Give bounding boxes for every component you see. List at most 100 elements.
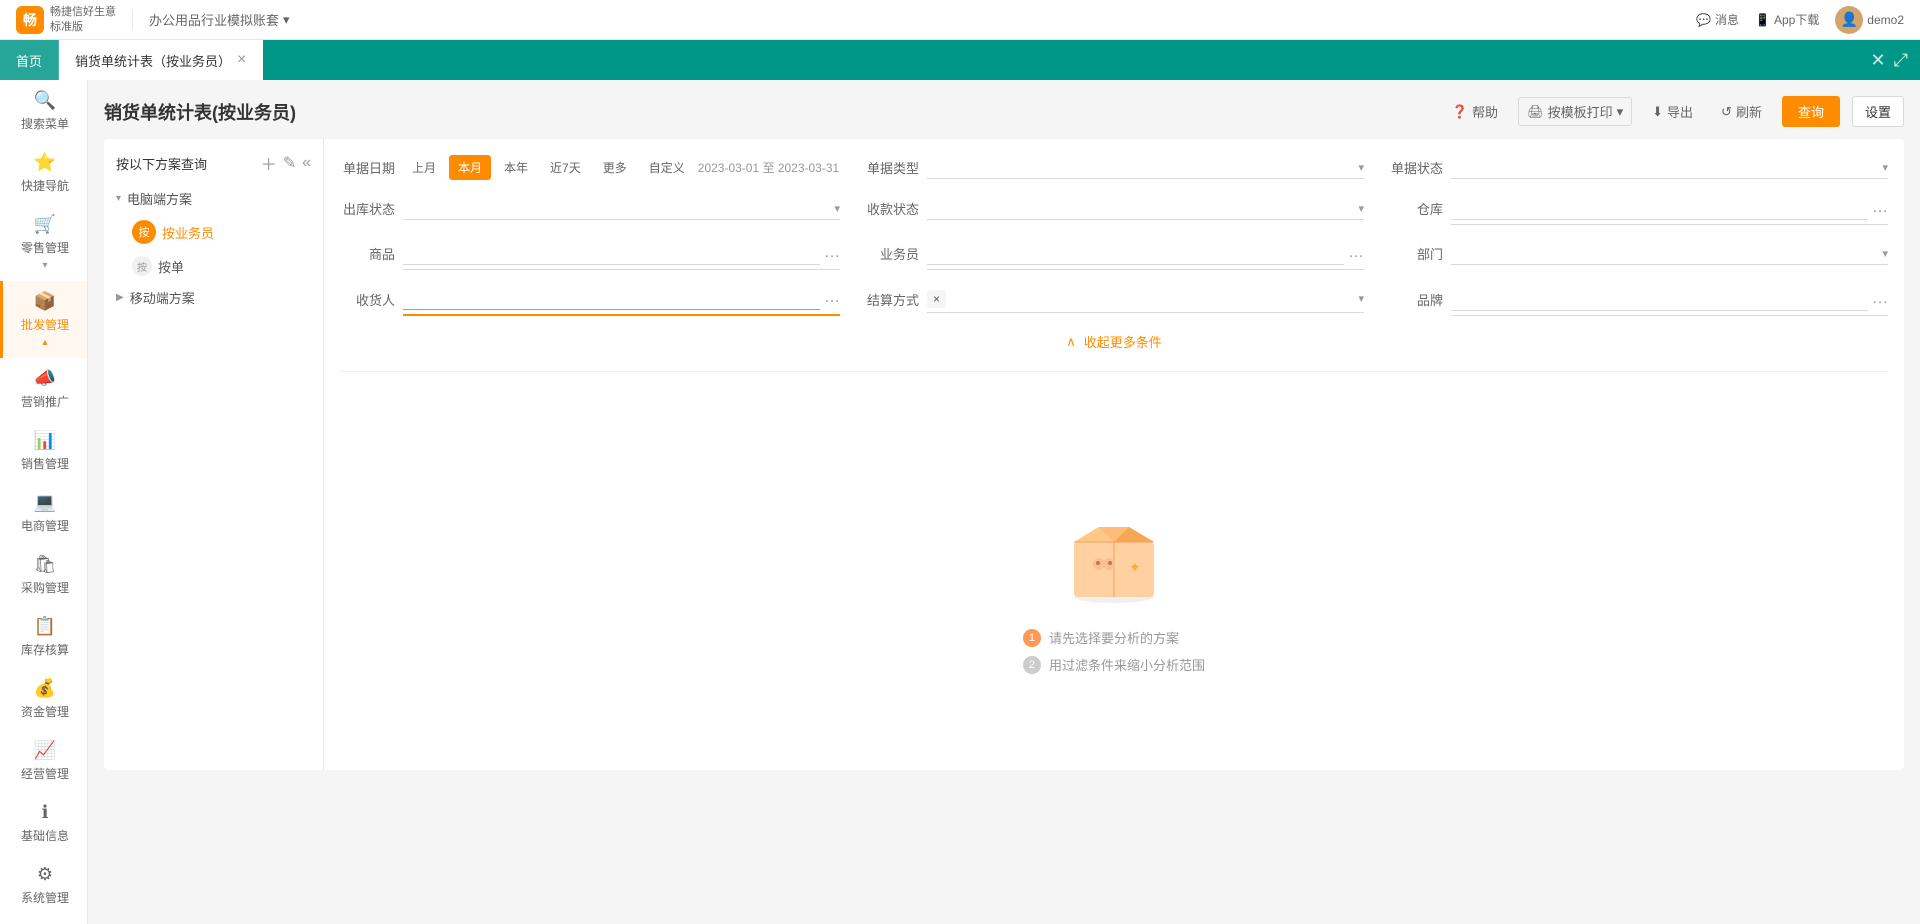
salesperson-dot: 按 bbox=[132, 220, 156, 244]
sidebar-item-ecommerce[interactable]: 💻 电商管理 bbox=[0, 482, 87, 544]
sidebar-item-sales[interactable]: 📊 销售管理 bbox=[0, 420, 87, 482]
consignee-label: 收货人 bbox=[340, 290, 395, 309]
tab-home[interactable]: 首页 bbox=[0, 40, 59, 80]
date-btn-custom[interactable]: 自定义 bbox=[640, 155, 694, 180]
avatar: 👤 bbox=[1835, 6, 1863, 34]
sidebar-item-finance[interactable]: 💰 资金管理 bbox=[0, 668, 87, 730]
query-button[interactable]: 查询 bbox=[1782, 96, 1840, 127]
tree-mobile-node[interactable]: ▶ 移动端方案 bbox=[104, 282, 323, 313]
date-label: 单据日期 bbox=[340, 158, 395, 177]
salesperson-label: 业务员 bbox=[864, 244, 919, 263]
tab-minimize-icon[interactable]: ✕ bbox=[1871, 50, 1886, 71]
salesperson-ellipsis[interactable]: … bbox=[1348, 244, 1364, 262]
user-name: demo2 bbox=[1867, 13, 1904, 27]
date-btn-this-month[interactable]: 本月 bbox=[449, 155, 491, 180]
sidebar-item-label: 经营管理 bbox=[21, 765, 69, 782]
sidebar-item-purchase[interactable]: 🛍 采购管理 bbox=[0, 544, 87, 606]
out-status-select[interactable]: ▾ bbox=[403, 198, 840, 220]
salesperson-group: 业务员 … bbox=[864, 237, 1364, 270]
collapse-icon: ∧ bbox=[1066, 334, 1076, 350]
tree-pc-children: 按 按业务员 按 按单 bbox=[104, 214, 323, 282]
date-btn-7days[interactable]: 近7天 bbox=[541, 155, 590, 180]
out-status-label: 出库状态 bbox=[340, 199, 395, 218]
quick-nav-icon: ⭐ bbox=[34, 152, 56, 173]
by-order-dot: 按 bbox=[132, 256, 152, 276]
sidebar-item-retail[interactable]: 🛒 零售管理 ▾ bbox=[0, 204, 87, 281]
app-download-label: App下载 bbox=[1774, 11, 1819, 28]
sidebar-item-search[interactable]: 🔍 搜索菜单 bbox=[0, 80, 87, 142]
tab-maximize-icon[interactable]: ⤢ bbox=[1894, 50, 1908, 71]
sidebar-item-wholesale[interactable]: 📦 批发管理 ▴ bbox=[0, 281, 87, 358]
goods-ellipsis[interactable]: … bbox=[824, 244, 840, 262]
add-scheme-button[interactable]: ＋ bbox=[261, 151, 277, 175]
help-button[interactable]: ❓ 帮助 bbox=[1444, 98, 1506, 125]
payment-group: 结算方式 × ▾ bbox=[864, 286, 1364, 313]
user-area[interactable]: 👤 demo2 bbox=[1835, 6, 1904, 34]
payment-tag-close[interactable]: × bbox=[933, 292, 940, 306]
salesperson-input[interactable] bbox=[927, 241, 1344, 265]
warehouse-ellipsis[interactable]: … bbox=[1872, 199, 1888, 217]
step-num-2: 2 bbox=[1023, 656, 1041, 674]
workspace-selector[interactable]: 办公用品行业模拟账套 ▾ bbox=[132, 10, 290, 29]
sidebar-item-quick-nav[interactable]: ⭐ 快捷导航 bbox=[0, 142, 87, 204]
date-btn-this-year[interactable]: 本年 bbox=[495, 155, 537, 180]
brand-ellipsis[interactable]: … bbox=[1872, 290, 1888, 308]
doc-type-group: 单据类型 ▾ bbox=[864, 157, 1364, 179]
consignee-input[interactable] bbox=[403, 286, 820, 310]
export-button[interactable]: ⬇ 导出 bbox=[1644, 98, 1701, 125]
receipt-status-select[interactable]: ▾ bbox=[927, 198, 1364, 220]
payment-field-wrap: × ▾ bbox=[927, 286, 1364, 313]
filter-row-2: 出库状态 ▾ 收款状态 ▾ bbox=[340, 192, 1888, 225]
export-icon: ⬇ bbox=[1652, 104, 1663, 120]
goods-input[interactable] bbox=[403, 241, 820, 265]
settings-button[interactable]: 设置 bbox=[1852, 96, 1904, 127]
sidebar-item-label: 销售管理 bbox=[21, 455, 69, 472]
basic-info-icon: ℹ bbox=[42, 802, 49, 823]
tree-item-by-order[interactable]: 按 按单 bbox=[132, 250, 323, 282]
tree-pc-label: 电脑端方案 bbox=[127, 189, 192, 208]
receipt-status-group: 收款状态 ▾ bbox=[864, 198, 1364, 220]
collapse-button[interactable]: ∧ 收起更多条件 bbox=[1058, 328, 1170, 355]
date-btn-last-month[interactable]: 上月 bbox=[403, 155, 445, 180]
sidebar-item-basic-info[interactable]: ℹ 基础信息 bbox=[0, 792, 87, 854]
sidebar-item-enterprise[interactable]: 🤝 企业协同 bbox=[0, 916, 87, 924]
tree-pc-node[interactable]: ▾ 电脑端方案 bbox=[104, 183, 323, 214]
refresh-icon: ↺ bbox=[1721, 104, 1732, 120]
sidebar-item-operations[interactable]: 📈 经营管理 bbox=[0, 730, 87, 792]
logo-text: 畅捷信好生意 标准版 bbox=[50, 5, 116, 34]
sidebar-item-label: 库存核算 bbox=[21, 641, 69, 658]
consignee-ellipsis[interactable]: … bbox=[824, 289, 840, 307]
svg-text:✦: ✦ bbox=[1129, 559, 1141, 575]
retail-icon: 🛒 bbox=[34, 214, 56, 235]
doc-status-select[interactable]: ▾ bbox=[1451, 157, 1888, 179]
left-panel-title: 按以下方案查询 bbox=[116, 154, 207, 173]
department-select[interactable]: ▾ bbox=[1451, 243, 1888, 265]
warehouse-input[interactable] bbox=[1451, 196, 1868, 220]
print-button[interactable]: 🖨 按模板打印 ▾ bbox=[1518, 97, 1632, 126]
filter-row-4: 收货人 … 结算方式 × ▾ bbox=[340, 282, 1888, 316]
tree-expand-arrow: ▾ bbox=[116, 193, 121, 204]
refresh-button[interactable]: ↺ 刷新 bbox=[1713, 98, 1770, 125]
date-btn-more[interactable]: 更多 bbox=[594, 155, 636, 180]
payment-tag: × bbox=[927, 290, 946, 308]
tab-close-icon[interactable]: × bbox=[237, 51, 246, 69]
sidebar-item-marketing[interactable]: 📣 营销推广 bbox=[0, 358, 87, 420]
date-filter-group: 单据日期 上月 本月 本年 近7天 更多 自定义 2023-03-01 至 20… bbox=[340, 155, 840, 180]
sidebar-item-system[interactable]: ⚙ 系统管理 bbox=[0, 854, 87, 916]
edit-scheme-button[interactable]: ✎ bbox=[283, 153, 296, 173]
message-action[interactable]: 💬 消息 bbox=[1696, 11, 1739, 28]
brand-input-wrap: … bbox=[1451, 283, 1888, 316]
doc-type-select[interactable]: ▾ bbox=[927, 157, 1364, 179]
tree-item-salesperson[interactable]: 按 按业务员 bbox=[132, 214, 323, 250]
tab-bar: 首页 销货单统计表（按业务员） × ✕ ⤢ bbox=[0, 40, 1920, 80]
salesperson-label: 按业务员 bbox=[162, 223, 214, 242]
main-card: 按以下方案查询 ＋ ✎ « ▾ 电脑端方案 bbox=[104, 139, 1904, 770]
app-download-action[interactable]: 📱 App下载 bbox=[1755, 11, 1819, 28]
empty-steps: 1 请先选择要分析的方案 2 用过滤条件来缩小分析范围 bbox=[1023, 628, 1205, 674]
tab-sales-stats[interactable]: 销货单统计表（按业务员） × bbox=[59, 40, 263, 80]
brand-input[interactable] bbox=[1451, 287, 1868, 311]
collapse-panel-button[interactable]: « bbox=[302, 154, 311, 172]
receipt-status-arrow: ▾ bbox=[1358, 202, 1364, 215]
page-container: 销货单统计表(按业务员) ❓ 帮助 🖨 按模板打印 ▾ ⬇ 导出 bbox=[88, 80, 1920, 786]
sidebar-item-inventory[interactable]: 📋 库存核算 bbox=[0, 606, 87, 668]
